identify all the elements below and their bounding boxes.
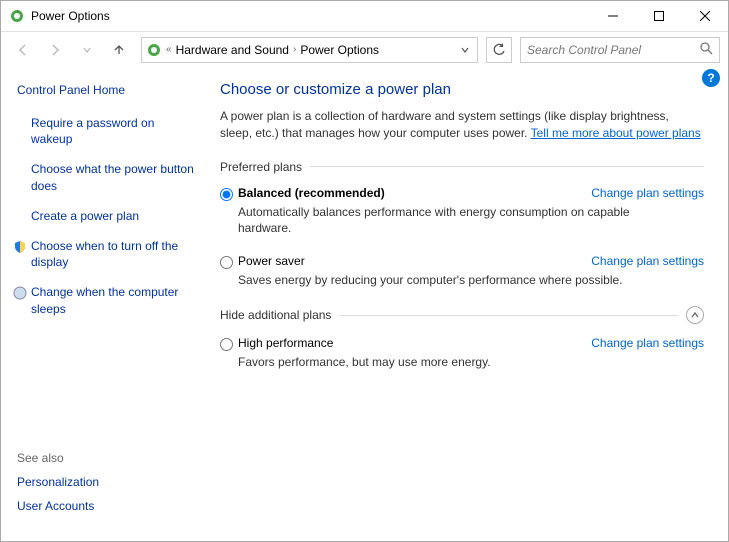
back-button[interactable] <box>9 36 37 64</box>
nav-bar: « Hardware and Sound › Power Options <box>1 31 728 67</box>
breadcrumb-sep-icon: « <box>166 44 172 55</box>
plan-high-performance: High performance Change plan settings Fa… <box>220 336 704 370</box>
close-button[interactable] <box>682 1 728 31</box>
additional-plans-header[interactable]: Hide additional plans <box>220 306 704 324</box>
sidebar-item-create-plan[interactable]: Create a power plan <box>17 208 194 224</box>
plan-description: Favors performance, but may use more ene… <box>238 354 704 370</box>
help-icon[interactable]: ? <box>702 69 720 87</box>
plan-power-saver: Power saver Change plan settings Saves e… <box>220 254 704 288</box>
page-title: Choose or customize a power plan <box>220 81 704 98</box>
sidebar-item-power-button[interactable]: Choose what the power button does <box>17 161 194 193</box>
sidebar-item-label: Change when the computer sleeps <box>31 285 178 315</box>
search-box[interactable] <box>520 37 720 63</box>
see-also-user-accounts[interactable]: User Accounts <box>17 499 99 513</box>
sidebar-item-computer-sleeps[interactable]: Change when the computer sleeps <box>17 284 194 316</box>
breadcrumb-item[interactable]: Power Options <box>300 43 379 57</box>
preferred-plans-header: Preferred plans <box>220 160 704 174</box>
see-also-header: See also <box>17 451 99 465</box>
main-panel: ? Choose or customize a power plan A pow… <box>206 67 728 541</box>
title-bar: Power Options <box>1 1 728 31</box>
sidebar-item-label: Choose when to turn off the display <box>31 239 178 269</box>
see-also-section: See also Personalization User Accounts <box>17 451 99 523</box>
plan-radio-high-performance[interactable] <box>220 338 233 351</box>
page-description: A power plan is a collection of hardware… <box>220 108 704 142</box>
plan-name[interactable]: High performance <box>238 336 333 350</box>
shield-icon <box>13 240 27 254</box>
plan-radio-balanced[interactable] <box>220 188 233 201</box>
change-plan-settings-link[interactable]: Change plan settings <box>591 336 704 350</box>
power-options-icon <box>146 42 162 58</box>
maximize-button[interactable] <box>636 1 682 31</box>
sidebar: Control Panel Home Require a password on… <box>1 67 206 541</box>
up-button[interactable] <box>105 36 133 64</box>
breadcrumb-dropdown[interactable] <box>456 39 474 61</box>
section-label: Preferred plans <box>220 160 302 174</box>
search-icon[interactable] <box>699 41 713 58</box>
sidebar-item-require-password[interactable]: Require a password on wakeup <box>17 115 194 147</box>
minimize-button[interactable] <box>590 1 636 31</box>
window-title: Power Options <box>31 9 110 23</box>
change-plan-settings-link[interactable]: Change plan settings <box>591 186 704 200</box>
breadcrumb[interactable]: « Hardware and Sound › Power Options <box>141 37 478 63</box>
sidebar-item-turn-off-display[interactable]: Choose when to turn off the display <box>17 238 194 270</box>
plan-name[interactable]: Balanced (recommended) <box>238 186 385 200</box>
forward-button[interactable] <box>41 36 69 64</box>
recent-dropdown[interactable] <box>73 36 101 64</box>
globe-icon <box>13 286 27 300</box>
chevron-up-icon[interactable] <box>686 306 704 324</box>
control-panel-home-link[interactable]: Control Panel Home <box>17 83 194 97</box>
change-plan-settings-link[interactable]: Change plan settings <box>591 254 704 268</box>
breadcrumb-item[interactable]: Hardware and Sound <box>176 43 289 57</box>
plan-name[interactable]: Power saver <box>238 254 305 268</box>
section-label: Hide additional plans <box>220 308 331 322</box>
plan-radio-power-saver[interactable] <box>220 256 233 269</box>
learn-more-link[interactable]: Tell me more about power plans <box>531 126 701 140</box>
plan-description: Automatically balances performance with … <box>238 204 704 236</box>
chevron-right-icon: › <box>293 44 296 55</box>
search-input[interactable] <box>527 43 699 57</box>
plan-balanced: Balanced (recommended) Change plan setti… <box>220 186 704 236</box>
plan-description: Saves energy by reducing your computer's… <box>238 272 704 288</box>
refresh-button[interactable] <box>486 37 512 63</box>
power-options-icon <box>9 8 25 24</box>
see-also-personalization[interactable]: Personalization <box>17 475 99 489</box>
